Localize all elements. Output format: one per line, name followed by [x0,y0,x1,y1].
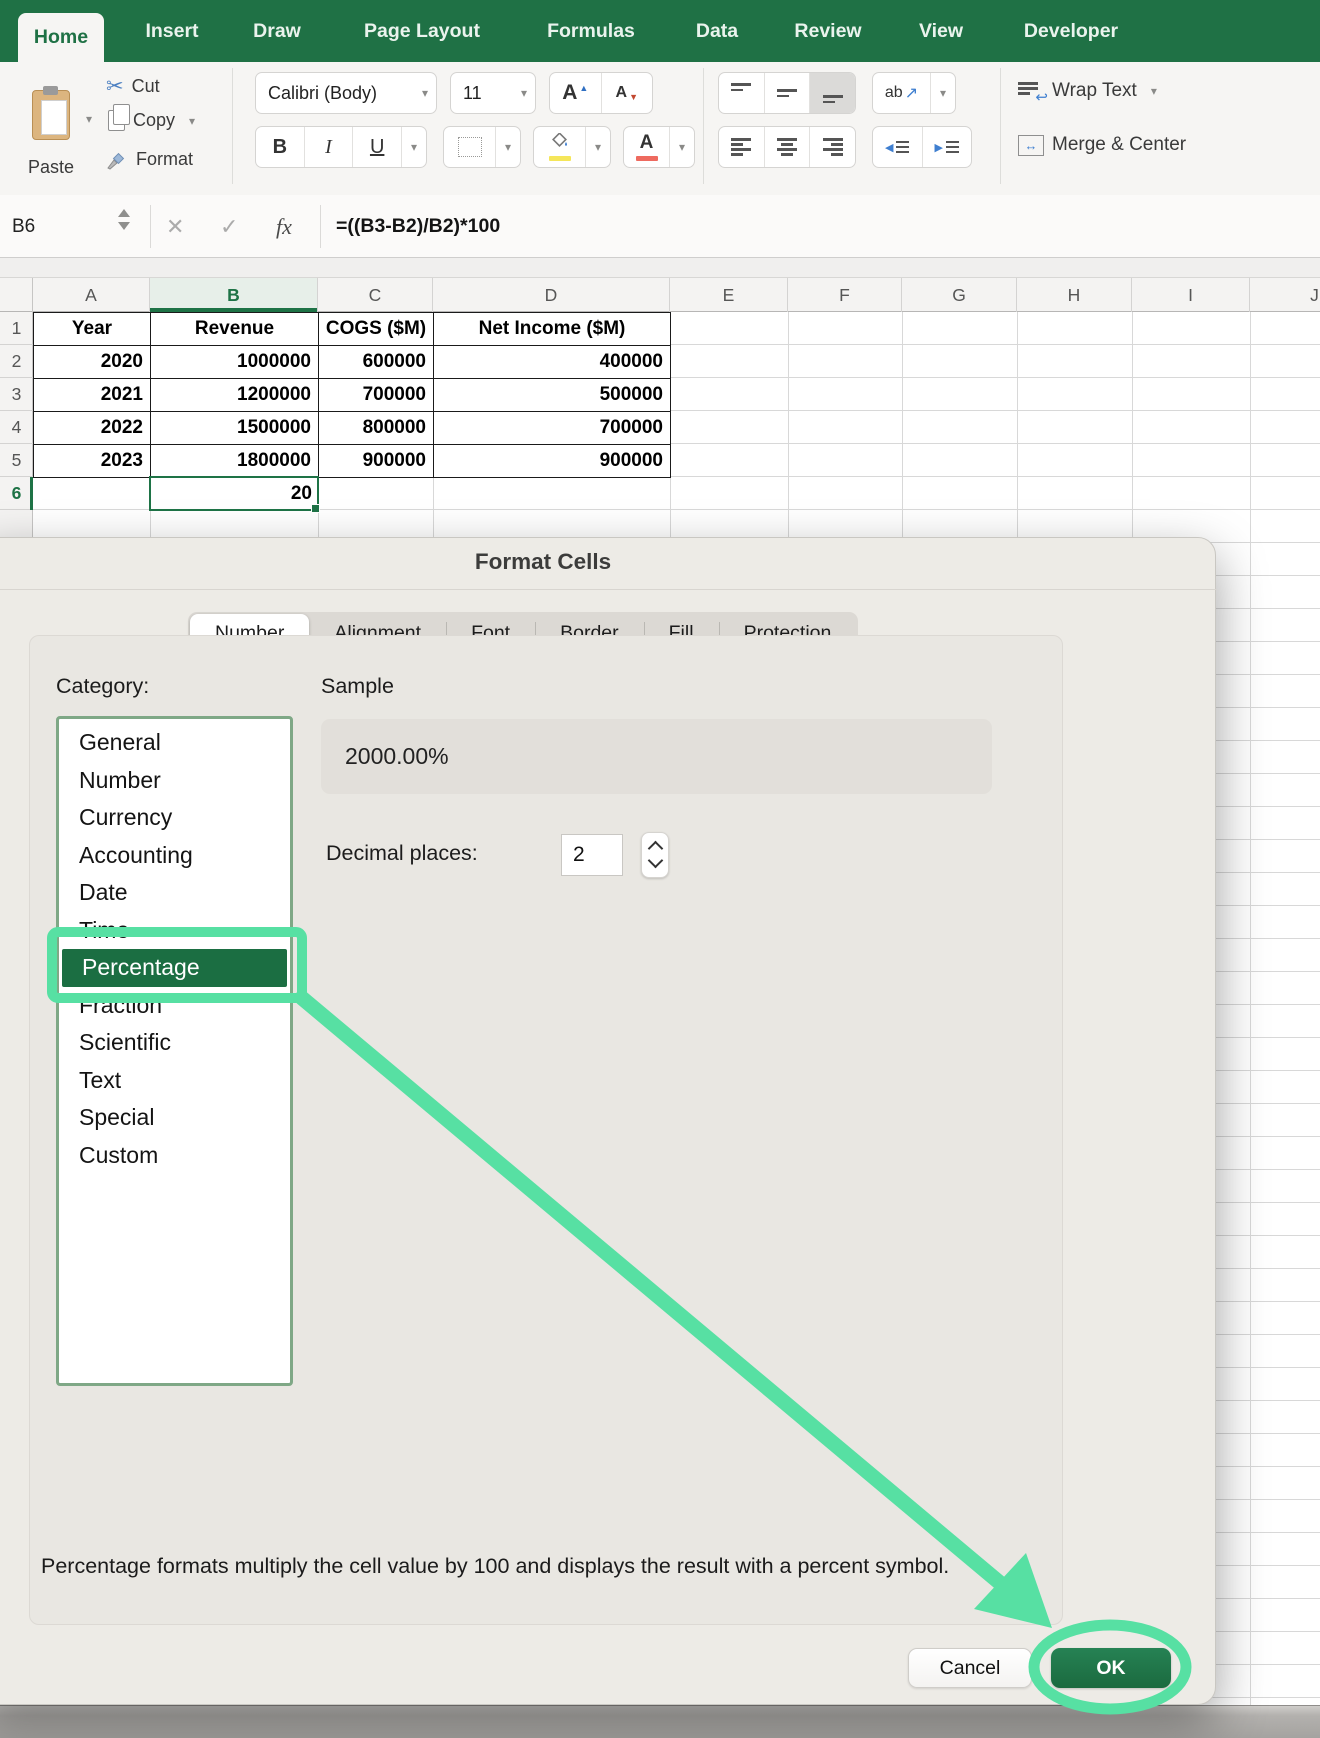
table-cell[interactable]: 1800000 [150,444,319,478]
column-header-e[interactable]: E [670,278,788,312]
window-bottom-strip [0,1705,1320,1738]
column-header-d[interactable]: D [433,278,670,312]
table-cell[interactable]: 400000 [433,345,671,379]
decimal-places-stepper[interactable] [641,832,669,878]
cancel-button[interactable]: Cancel [908,1648,1032,1688]
table-cell[interactable]: 900000 [433,444,671,478]
column-header-a[interactable]: A [33,278,150,312]
table-cell[interactable]: 2021 [33,378,151,412]
stepper-down-icon [647,852,664,869]
decimal-places-input[interactable]: 2 [561,834,623,876]
decimal-places-label: Decimal places: [326,841,478,865]
sample-value: 2000.00% [345,743,449,769]
excel-window: Home Insert Draw Page Layout Formulas Data Rev… [0,0,1320,1738]
ok-button[interactable]: OK [1051,1648,1171,1688]
dialog-title-divider [0,589,1217,590]
sample-label: Sample [321,674,394,698]
sample-value-box: 2000.00% [321,719,992,794]
table-header-cell-revenue[interactable]: Revenue [150,312,319,346]
row-header-6[interactable]: 6 [0,477,33,510]
table-cell[interactable]: 2020 [33,345,151,379]
column-header-c[interactable]: C [318,278,433,312]
category-item-scientific[interactable]: Scientific [59,1024,290,1062]
formula-bar-gap [0,258,1320,278]
category-item-time[interactable]: Time [59,912,290,950]
category-item-percentage[interactable]: Percentage [62,949,287,987]
category-item-special[interactable]: Special [59,1099,290,1137]
row-header-selection-bar [30,477,33,510]
format-cells-dialog: Format Cells Number Alignment Font Border Fi… [0,537,1217,1705]
column-header-f[interactable]: F [788,278,902,312]
category-item-currency[interactable]: Currency [59,799,290,837]
format-description: Percentage formats multiply the cell val… [41,1554,950,1578]
table-header-cell-cogs-m-[interactable]: COGS ($M) [318,312,434,346]
gridline-vertical [1250,312,1251,1705]
category-item-number[interactable]: Number [59,762,290,800]
column-header-j[interactable]: J [1250,278,1320,312]
fill-handle[interactable] [311,504,320,513]
table-cell[interactable]: 900000 [318,444,434,478]
table-cell[interactable]: 1000000 [150,345,319,379]
table-cell[interactable]: 600000 [318,345,434,379]
select-all-corner[interactable] [0,278,33,582]
table-cell[interactable]: 700000 [433,411,671,445]
table-cell[interactable]: 2023 [33,444,151,478]
category-item-custom[interactable]: Custom [59,1137,290,1175]
category-label: Category: [56,674,150,698]
table-cell[interactable]: 700000 [318,378,434,412]
table-cell[interactable]: 2022 [33,411,151,445]
column-header-h[interactable]: H [1017,278,1132,312]
dialog-title: Format Cells [474,549,612,574]
category-item-fraction[interactable]: Fraction [59,987,290,1025]
table-header-cell-net-income-m-[interactable]: Net Income ($M) [433,312,671,346]
column-header-b[interactable]: B [150,278,318,312]
column-header-i[interactable]: I [1132,278,1250,312]
active-cell-selection-border[interactable] [149,476,319,511]
table-cell[interactable]: 500000 [433,378,671,412]
category-list[interactable]: General Number Currency Accounting Date Time P… [56,716,293,1386]
column-header-g[interactable]: G [902,278,1017,312]
row-header-2[interactable]: 2 [0,345,33,378]
row-header-5[interactable]: 5 [0,444,33,477]
table-header-cell-year[interactable]: Year [33,312,151,346]
row-header-1[interactable]: 1 [0,312,33,345]
row-header-4[interactable]: 4 [0,411,33,444]
table-cell[interactable]: 1200000 [150,378,319,412]
category-item-text[interactable]: Text [59,1062,290,1100]
table-cell[interactable]: 800000 [318,411,434,445]
category-item-general[interactable]: General [59,724,290,762]
category-item-date[interactable]: Date [59,874,290,912]
category-item-accounting[interactable]: Accounting [59,837,290,875]
row-header-3[interactable]: 3 [0,378,33,411]
table-cell[interactable]: 1500000 [150,411,319,445]
